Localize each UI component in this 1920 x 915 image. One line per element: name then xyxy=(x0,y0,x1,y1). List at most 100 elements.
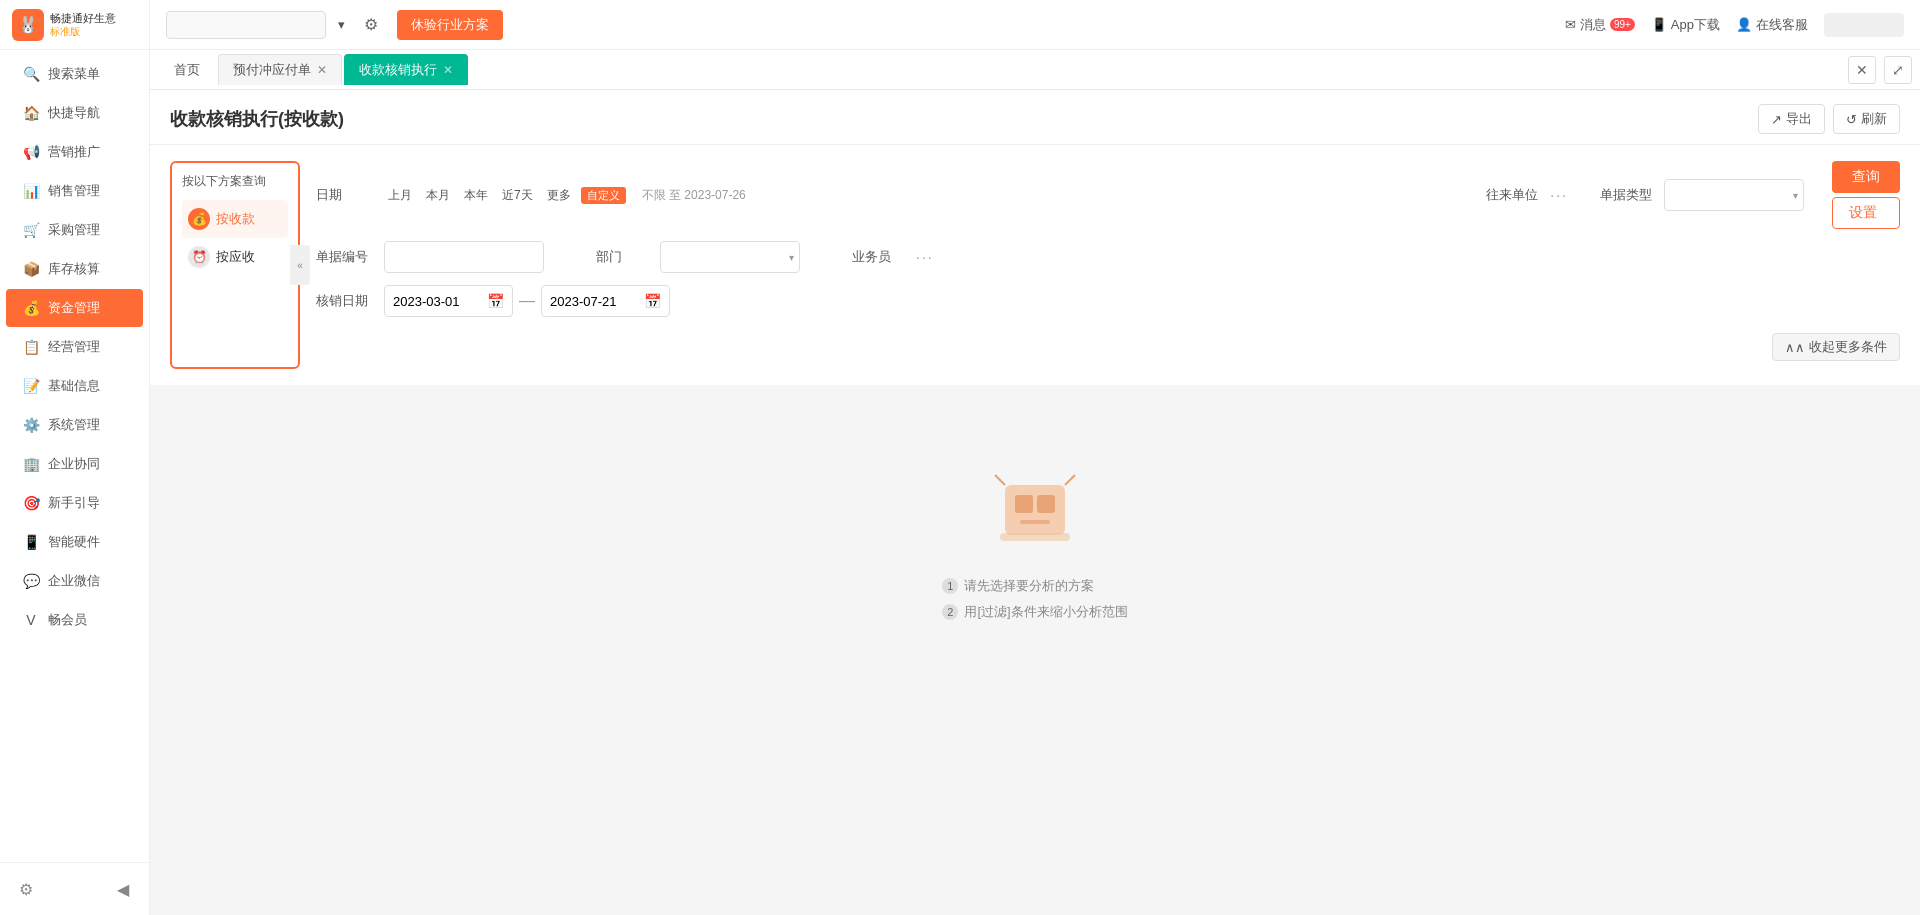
sidebar-item-search[interactable]: 🔍 搜索菜单 xyxy=(6,55,143,93)
main-content: ▾ ⚙ 休验行业方案 ✉ 消息 99+ 📱 App下载 👤 在线客服 首页预付冲… xyxy=(150,0,1920,915)
nav-icon-search: 🔍 xyxy=(22,65,40,83)
date-shortcut-more[interactable]: 更多 xyxy=(543,185,575,206)
tab-write-off[interactable]: 收款核销执行 ✕ xyxy=(344,54,468,85)
sidebar-item-guide[interactable]: 🎯 新手引导 xyxy=(6,484,143,522)
sidebar-item-finance[interactable]: 💰 资金管理 xyxy=(6,289,143,327)
tab-close-prepay[interactable]: ✕ xyxy=(317,63,327,77)
logo-text: 畅捷通好生意 标准版 xyxy=(50,11,116,38)
date-shortcut-this-month[interactable]: 本月 xyxy=(422,185,454,206)
nav-icon-inventory: 📦 xyxy=(22,260,40,278)
sidebar-item-system[interactable]: ⚙️ 系统管理 xyxy=(6,406,143,444)
nav-label-system: 系统管理 xyxy=(48,416,100,434)
messages-btn[interactable]: ✉ 消息 99+ xyxy=(1565,16,1635,34)
tab-close-write-off[interactable]: ✕ xyxy=(443,63,453,77)
message-icon: ✉ xyxy=(1565,17,1576,32)
messages-label: 消息 xyxy=(1580,16,1606,34)
voucher-type-select[interactable] xyxy=(1664,179,1804,211)
sidebar-item-purchase[interactable]: 🛒 采购管理 xyxy=(6,211,143,249)
header-gear-icon[interactable]: ⚙ xyxy=(357,11,385,39)
nav-label-sales: 销售管理 xyxy=(48,182,100,200)
empty-state: 1 请先选择要分析的方案 2 用[过滤]条件来缩小分析范围 xyxy=(150,385,1920,701)
calendar-end-icon[interactable]: 📅 xyxy=(644,293,661,309)
app-download-btn[interactable]: 📱 App下载 xyxy=(1651,16,1720,34)
nav-label-basic-info: 基础信息 xyxy=(48,377,100,395)
empty-tip-1: 1 请先选择要分析的方案 xyxy=(942,577,1127,595)
writeoff-date-end-input[interactable] xyxy=(550,294,640,309)
collapse-filter-btn[interactable]: « xyxy=(290,245,310,285)
department-select[interactable] xyxy=(660,241,800,273)
staff-dots-btn[interactable]: ··· xyxy=(916,249,934,265)
date-shortcut-last-month[interactable]: 上月 xyxy=(384,185,416,206)
sidebar-item-marketing[interactable]: 📢 营销推广 xyxy=(6,133,143,171)
sidebar-item-enterprise[interactable]: 🏢 企业协同 xyxy=(6,445,143,483)
voucher-no-input[interactable] xyxy=(384,241,544,273)
date-limit: 不限 至 2023-07-26 xyxy=(642,187,746,204)
sidebar-item-wechat[interactable]: 💬 企业微信 xyxy=(6,562,143,600)
sidebar-item-hardware[interactable]: 📱 智能硬件 xyxy=(6,523,143,561)
receipt-icon: 💰 xyxy=(188,208,210,230)
filter-row-1: 日期 上月 本月 本年 近7天 更多 自定义 不限 至 2023-07-26 往… xyxy=(316,161,1900,229)
date-separator: — xyxy=(519,292,535,310)
filter-panel-title: 按以下方案查询 xyxy=(182,173,288,190)
nav-label-guide: 新手引导 xyxy=(48,494,100,512)
tip-num-2: 2 xyxy=(942,604,958,620)
svg-line-5 xyxy=(995,475,1005,485)
online-service-btn[interactable]: 👤 在线客服 xyxy=(1736,16,1808,34)
sidebar-item-sales[interactable]: 📊 销售管理 xyxy=(6,172,143,210)
filter-by-receivable[interactable]: ⏰ 按应收 xyxy=(182,238,288,276)
receivable-icon: ⏰ xyxy=(188,246,210,268)
page-title-row: 收款核销执行(按收款) ↗ 导出 ↺ 刷新 xyxy=(170,104,1900,144)
collapse-sidebar-btn[interactable]: ◀ xyxy=(107,873,139,905)
tab-prepay[interactable]: 预付冲应付单✕ xyxy=(218,54,342,85)
settings-btn[interactable]: 设置 xyxy=(1832,197,1900,229)
logo-icon: 🐰 xyxy=(12,9,44,41)
sidebar-item-quick-nav[interactable]: 🏠 快捷导航 xyxy=(6,94,143,132)
svg-rect-1 xyxy=(1015,495,1033,513)
collapse-chevron-icon: ∧∧ xyxy=(1785,340,1805,355)
nav-icon-system: ⚙️ xyxy=(22,416,40,434)
filter-receivable-label: 按应收 xyxy=(216,248,255,266)
close-tab-btn[interactable]: ✕ xyxy=(1848,56,1876,84)
user-avatar[interactable] xyxy=(1824,13,1904,37)
empty-illustration xyxy=(975,465,1095,565)
sidebar-bottom: ⚙ ◀ xyxy=(0,862,149,915)
nav-label-member: 畅会员 xyxy=(48,611,87,629)
nav-label-inventory: 库存核算 xyxy=(48,260,100,278)
sidebar-item-inventory[interactable]: 📦 库存核算 xyxy=(6,250,143,288)
expand-tab-btn[interactable]: ⤢ xyxy=(1884,56,1912,84)
writeoff-date-start-input[interactable] xyxy=(393,294,483,309)
nav-label-marketing: 营销推广 xyxy=(48,143,100,161)
sidebar-item-basic-info[interactable]: 📝 基础信息 xyxy=(6,367,143,405)
nav-icon-quick-nav: 🏠 xyxy=(22,104,40,122)
collapse-more-btn[interactable]: ∧∧ 收起更多条件 xyxy=(1772,333,1900,361)
tab-home[interactable]: 首页 xyxy=(158,55,216,85)
industry-btn[interactable]: 休验行业方案 xyxy=(397,10,503,40)
filter-by-receipt[interactable]: 💰 按收款 xyxy=(182,200,288,238)
nav-icon-purchase: 🛒 xyxy=(22,221,40,239)
tab-label-write-off: 收款核销执行 xyxy=(359,61,437,79)
page-content: 收款核销执行(按收款) ↗ 导出 ↺ 刷新 按以下方案查询 xyxy=(150,90,1920,915)
date-shortcut-7days[interactable]: 近7天 xyxy=(498,185,537,206)
calendar-start-icon[interactable]: 📅 xyxy=(487,293,504,309)
refresh-btn[interactable]: ↺ 刷新 xyxy=(1833,104,1900,134)
query-btn[interactable]: 查询 xyxy=(1832,161,1900,193)
export-btn[interactable]: ↗ 导出 xyxy=(1758,104,1825,134)
nav-icon-wechat: 💬 xyxy=(22,572,40,590)
header-right: ✉ 消息 99+ 📱 App下载 👤 在线客服 xyxy=(1565,13,1904,37)
header-search-input[interactable] xyxy=(166,11,326,39)
sidebar-item-member[interactable]: V 畅会员 xyxy=(6,601,143,639)
nav-icon-finance: 💰 xyxy=(22,299,40,317)
writeoff-date-range: 📅 — 📅 xyxy=(384,285,670,317)
tab-actions: ✕ ⤢ xyxy=(1848,56,1912,84)
nav-label-operations: 经营管理 xyxy=(48,338,100,356)
empty-tip-2: 2 用[过滤]条件来缩小分析范围 xyxy=(942,603,1127,621)
top-header: ▾ ⚙ 休验行业方案 ✉ 消息 99+ 📱 App下载 👤 在线客服 xyxy=(150,0,1920,50)
writeoff-date-start-wrap: 📅 xyxy=(384,285,513,317)
sidebar-item-operations[interactable]: 📋 经营管理 xyxy=(6,328,143,366)
date-shortcut-this-year[interactable]: 本年 xyxy=(460,185,492,206)
settings-bottom-icon[interactable]: ⚙ xyxy=(10,873,42,905)
counterparty-dots-btn[interactable]: ··· xyxy=(1550,187,1568,203)
nav-icon-operations: 📋 xyxy=(22,338,40,356)
header-dropdown-btn[interactable]: ▾ xyxy=(338,17,345,32)
nav-label-quick-nav: 快捷导航 xyxy=(48,104,100,122)
